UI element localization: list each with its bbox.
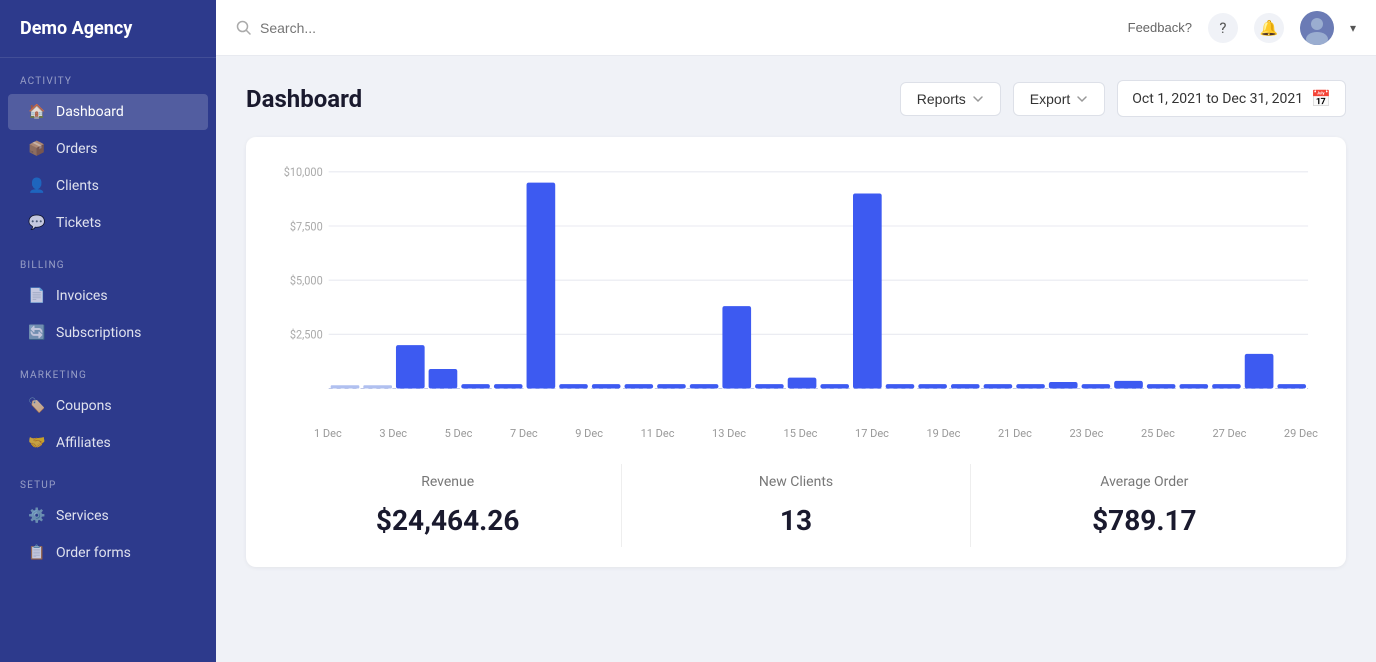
avatar-caret[interactable]: ▾ [1350,21,1356,35]
dashboard-icon: 🏠 [28,103,46,121]
x-label: 13 Dec [712,427,746,440]
content-header: Dashboard Reports Export Oct 1, 2021 to … [246,80,1346,117]
x-label: 7 Dec [510,427,538,440]
x-label: 5 Dec [445,427,473,440]
main-content: Feedback? ? 🔔 ▾ Dashboard Reports Export [216,0,1376,662]
topbar-right: Feedback? ? 🔔 ▾ [1128,11,1356,45]
search-wrap [236,20,1116,36]
stat-label: Revenue [274,474,621,490]
affiliates-icon: 🤝 [28,434,46,452]
sidebar-item-coupons[interactable]: 🏷️ Coupons [8,388,208,424]
svg-text:$2,500: $2,500 [290,327,323,342]
notifications-icon[interactable]: 🔔 [1254,13,1284,43]
chevron-down-icon [972,93,984,105]
x-label: 15 Dec [784,427,818,440]
sidebar-item-invoices[interactable]: 📄 Invoices [8,278,208,314]
x-label: 17 Dec [855,427,889,440]
sidebar-section-setup: SETUP [0,462,216,497]
sidebar-item-tickets[interactable]: 💬 Tickets [8,205,208,241]
order-forms-icon: 📋 [28,544,46,562]
clients-icon: 👤 [28,177,46,195]
x-label: 21 Dec [998,427,1032,440]
sidebar-item-clients[interactable]: 👤 Clients [8,168,208,204]
stat-average-order: Average Order $789.17 [971,464,1318,547]
sidebar-section-activity: ACTIVITY [0,58,216,93]
svg-text:$7,500: $7,500 [290,219,323,234]
sidebar-item-order-forms[interactable]: 📋 Order forms [8,535,208,571]
sidebar-label-clients: Clients [56,178,99,194]
dashboard-card: $10,000 $7,500 $5,000 $2,500 1 Dec 3 Dec 5 De… [246,137,1346,567]
avatar[interactable] [1300,11,1334,45]
x-label: 25 Dec [1141,427,1175,440]
export-button[interactable]: Export [1013,82,1105,116]
sidebar-label-order-forms: Order forms [56,545,131,561]
services-icon: ⚙️ [28,507,46,525]
x-label: 23 Dec [1069,427,1103,440]
sidebar-label-affiliates: Affiliates [56,435,111,451]
sidebar-section-marketing: MARKETING [0,352,216,387]
sidebar-item-services[interactable]: ⚙️ Services [8,498,208,534]
tickets-icon: 💬 [28,214,46,232]
sidebar-item-dashboard[interactable]: 🏠 Dashboard [8,94,208,130]
stat-value: $24,464.26 [274,504,621,537]
x-label: 27 Dec [1212,427,1246,440]
reports-button[interactable]: Reports [900,82,1001,116]
sidebar: Demo Agency ACTIVITY 🏠 Dashboard 📦 Orders 👤 Cl… [0,0,216,662]
stats-row: Revenue $24,464.26New Clients 13Average Or… [274,464,1318,547]
svg-text:$5,000: $5,000 [290,273,323,288]
help-icon[interactable]: ? [1208,13,1238,43]
topbar: Feedback? ? 🔔 ▾ [216,0,1376,56]
stat-value: 13 [622,504,969,537]
search-icon [236,20,252,36]
bar-chart: $10,000 $7,500 $5,000 $2,500 [274,161,1318,421]
stat-value: $789.17 [971,504,1318,537]
chevron-down-icon [1076,93,1088,105]
x-label: 19 Dec [927,427,961,440]
subscriptions-icon: 🔄 [28,324,46,342]
invoices-icon: 📄 [28,287,46,305]
date-range-picker[interactable]: Oct 1, 2021 to Dec 31, 2021 📅 [1117,80,1346,117]
stat-revenue: Revenue $24,464.26 [274,464,622,547]
sidebar-label-services: Services [56,508,109,524]
sidebar-label-orders: Orders [56,141,98,157]
x-label: 29 Dec [1284,427,1318,440]
sidebar-label-coupons: Coupons [56,398,112,414]
chart-area: $10,000 $7,500 $5,000 $2,500 [274,161,1318,421]
sidebar-label-tickets: Tickets [56,215,101,231]
content-area: Dashboard Reports Export Oct 1, 2021 to … [216,56,1376,662]
stat-new-clients: New Clients 13 [622,464,970,547]
feedback-button[interactable]: Feedback? [1128,20,1192,35]
calendar-icon: 📅 [1311,89,1331,108]
stat-label: Average Order [971,474,1318,490]
x-label: 1 Dec [314,427,342,440]
orders-icon: 📦 [28,140,46,158]
sidebar-label-subscriptions: Subscriptions [56,325,141,341]
date-range-text: Oct 1, 2021 to Dec 31, 2021 [1132,91,1303,107]
brand-logo: Demo Agency [0,0,216,58]
stat-label: New Clients [622,474,969,490]
x-axis-labels: 1 Dec 3 Dec 5 Dec 7 Dec 9 Dec 11 Dec 13 Dec 15 … [274,421,1318,440]
sidebar-item-orders[interactable]: 📦 Orders [8,131,208,167]
svg-text:$10,000: $10,000 [284,165,323,180]
sidebar-item-affiliates[interactable]: 🤝 Affiliates [8,425,208,461]
sidebar-label-invoices: Invoices [56,288,108,304]
coupons-icon: 🏷️ [28,397,46,415]
sidebar-label-dashboard: Dashboard [56,104,124,120]
search-input[interactable] [260,20,510,36]
page-title: Dashboard [246,85,888,113]
sidebar-section-billing: BILLING [0,242,216,277]
x-label: 9 Dec [575,427,603,440]
sidebar-item-subscriptions[interactable]: 🔄 Subscriptions [8,315,208,351]
x-label: 11 Dec [641,427,675,440]
x-label: 3 Dec [379,427,407,440]
